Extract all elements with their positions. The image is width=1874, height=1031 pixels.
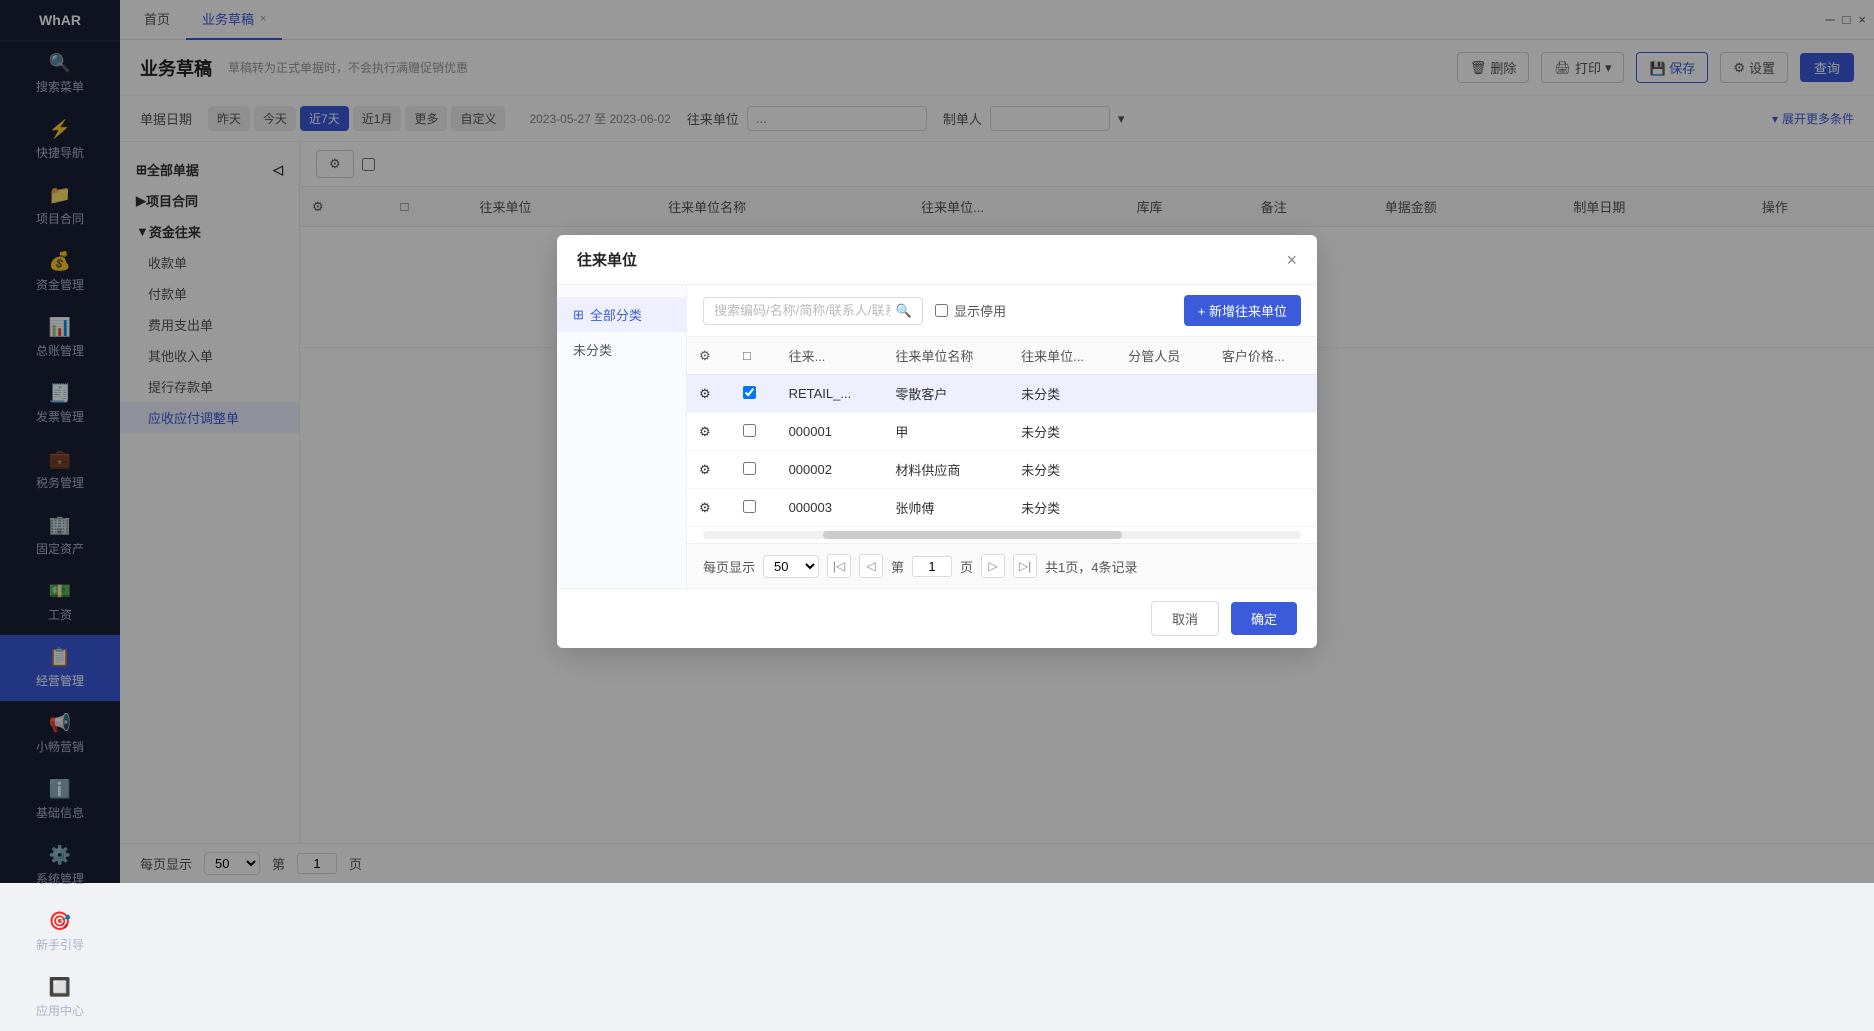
modal-col-name: 往来单位名称 — [883, 337, 1009, 375]
modal-sidebar-all[interactable]: ⊞ 全部分类 — [557, 297, 686, 332]
modal-col-price: 客户价格... — [1210, 337, 1317, 375]
modal-sidebar-unclassified-label: 未分类 — [573, 340, 612, 359]
row-check-cell[interactable] — [731, 489, 777, 527]
row-manager-cell — [1116, 375, 1210, 413]
row-manager-cell — [1116, 413, 1210, 451]
row-settings-cell: ⚙ — [687, 489, 731, 527]
total-info: 共1页，4条记录 — [1045, 557, 1137, 576]
page-next-button[interactable]: ▷ — [981, 554, 1005, 578]
modal-main: 🔍 显示停用 + 新增往来单位 ⚙ □ — [687, 285, 1317, 588]
modal-footer: 取消 确定 — [557, 588, 1317, 648]
row-settings-cell: ⚙ — [687, 375, 731, 413]
modal-col-settings: ⚙ — [687, 337, 731, 375]
grid-icon: ⊞ — [573, 307, 584, 323]
row-name-cell: 材料供应商 — [883, 451, 1009, 489]
modal-search-input[interactable] — [714, 303, 890, 318]
row-category-cell: 未分类 — [1009, 489, 1116, 527]
cancel-button[interactable]: 取消 — [1151, 601, 1219, 636]
modal-close-button[interactable]: × — [1286, 251, 1297, 269]
row-manager-cell — [1116, 489, 1210, 527]
row-name-cell: 零散客户 — [883, 375, 1009, 413]
modal-table-row[interactable]: ⚙ RETAIL_... 零散客户 未分类 — [687, 375, 1317, 413]
modal-overlay: 往来单位 × ⊞ 全部分类 未分类 🔍 — [0, 0, 1874, 883]
modal-title: 往来单位 — [577, 249, 637, 270]
guide-icon: 🎯 — [49, 911, 71, 932]
row-price-cell — [1210, 451, 1317, 489]
confirm-button[interactable]: 确定 — [1231, 602, 1297, 635]
page-first-button[interactable]: |◁ — [827, 554, 851, 578]
row-price-cell — [1210, 375, 1317, 413]
modal-table-row[interactable]: ⚙ 000003 张帅傅 未分类 — [687, 489, 1317, 527]
row-category-cell: 未分类 — [1009, 413, 1116, 451]
sidebar-item-apps[interactable]: 🔲 应用中心 — [0, 965, 120, 1031]
modal-search-box: 🔍 — [703, 297, 923, 325]
row-category-cell: 未分类 — [1009, 375, 1116, 413]
modal-col-manager: 分管人员 — [1116, 337, 1210, 375]
apps-icon: 🔲 — [49, 977, 71, 998]
sidebar-item-label: 新手引导 — [36, 936, 84, 953]
page-prev-button[interactable]: ◁ — [859, 554, 883, 578]
search-icon: 🔍 — [896, 303, 912, 319]
modal-table-row[interactable]: ⚙ 000001 甲 未分类 — [687, 413, 1317, 451]
sidebar-item-label: 应用中心 — [36, 1002, 84, 1019]
scrollbar-thumb — [823, 531, 1122, 539]
per-page-label: 每页显示 — [703, 557, 755, 576]
add-counterpart-button[interactable]: + 新增往来单位 — [1184, 295, 1301, 326]
page-label: 第 — [891, 557, 904, 576]
per-page-select[interactable]: 50 100 — [763, 555, 819, 578]
modal-sidebar-all-label: 全部分类 — [590, 305, 642, 324]
modal-body: ⊞ 全部分类 未分类 🔍 显示停用 — [557, 285, 1317, 588]
modal-col-code: 往来... — [777, 337, 884, 375]
modal-col-category: 往来单位... — [1009, 337, 1116, 375]
modal-sidebar-unclassified[interactable]: 未分类 — [557, 332, 686, 367]
row-code-cell: 000003 — [777, 489, 884, 527]
page-input[interactable] — [912, 556, 952, 577]
row-code-cell: RETAIL_... — [777, 375, 884, 413]
modal-table-wrapper: ⚙ □ 往来... 往来单位名称 往来单位... 分管人员 客户价格... ⚙ — [687, 337, 1317, 527]
row-code-cell: 000002 — [777, 451, 884, 489]
modal-counterpart-table: ⚙ □ 往来... 往来单位名称 往来单位... 分管人员 客户价格... ⚙ — [687, 337, 1317, 527]
modal-header: 往来单位 × — [557, 235, 1317, 285]
page-suffix: 页 — [960, 557, 973, 576]
show-disabled-text: 显示停用 — [954, 301, 1006, 320]
show-disabled-label[interactable]: 显示停用 — [935, 301, 1006, 320]
row-manager-cell — [1116, 451, 1210, 489]
row-price-cell — [1210, 489, 1317, 527]
row-check-cell[interactable] — [731, 413, 777, 451]
modal-counterpart: 往来单位 × ⊞ 全部分类 未分类 🔍 — [557, 235, 1317, 648]
row-price-cell — [1210, 413, 1317, 451]
scrollbar-indicator[interactable] — [703, 531, 1301, 539]
row-code-cell: 000001 — [777, 413, 884, 451]
show-disabled-checkbox[interactable] — [935, 304, 948, 317]
sidebar-item-guide[interactable]: 🎯 新手引导 — [0, 899, 120, 965]
row-check-cell[interactable] — [731, 375, 777, 413]
row-name-cell: 甲 — [883, 413, 1009, 451]
row-settings-cell: ⚙ — [687, 413, 731, 451]
modal-toolbar: 🔍 显示停用 + 新增往来单位 — [687, 285, 1317, 337]
row-category-cell: 未分类 — [1009, 451, 1116, 489]
page-last-button[interactable]: ▷| — [1013, 554, 1037, 578]
row-settings-cell: ⚙ — [687, 451, 731, 489]
row-name-cell: 张帅傅 — [883, 489, 1009, 527]
modal-sidebar: ⊞ 全部分类 未分类 — [557, 285, 687, 588]
modal-col-check: □ — [731, 337, 777, 375]
modal-table-row[interactable]: ⚙ 000002 材料供应商 未分类 — [687, 451, 1317, 489]
row-check-cell[interactable] — [731, 451, 777, 489]
modal-pagination: 每页显示 50 100 |◁ ◁ 第 页 ▷ ▷| 共1页，4条记录 — [687, 543, 1317, 588]
